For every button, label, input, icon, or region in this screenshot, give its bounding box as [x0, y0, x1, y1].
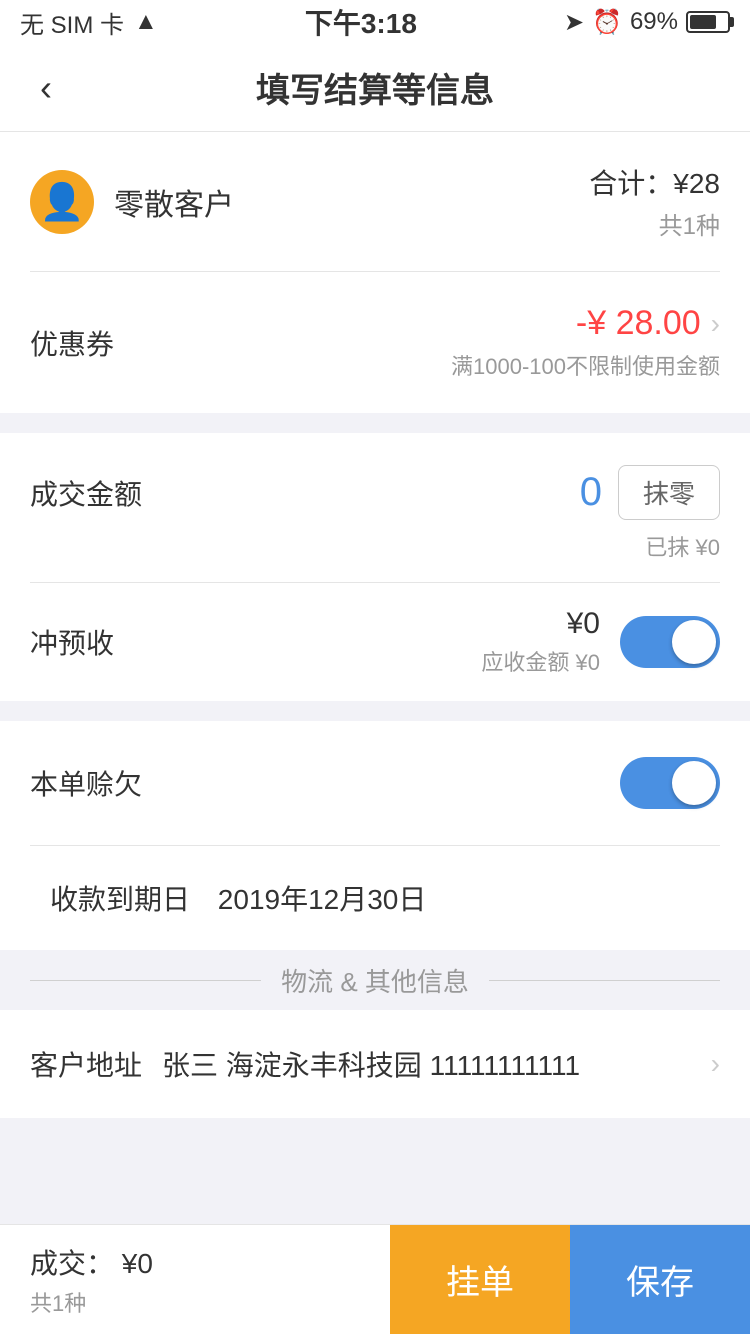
toggle-knob	[672, 620, 716, 664]
prereceive-row: 冲预收 ¥0 应收金额 ¥0	[30, 583, 720, 701]
content-area: 👤 零散客户 合计：¥28 共1种 优惠券 -¥ 28.00 › 满1000-1…	[0, 132, 750, 1298]
prereceive-values: ¥0 应收金额 ¥0	[481, 607, 600, 677]
hold-button[interactable]: 挂单	[390, 1225, 570, 1334]
logistics-sep: 物流 & 其他信息	[0, 950, 750, 1010]
carrier-text: 无 SIM 卡	[20, 5, 124, 40]
coupon-right: -¥ 28.00 › 满1000-100不限制使用金额	[451, 304, 720, 381]
bottom-bar: 成交： ¥0 共1种 挂单 保存	[0, 1224, 750, 1334]
back-button[interactable]: ‹	[30, 57, 62, 119]
section-sep-5	[0, 1158, 750, 1178]
coupon-label: 优惠券	[30, 323, 114, 363]
debt-toggle-knob	[672, 761, 716, 805]
bottom-deal-value: ¥0	[122, 1248, 153, 1279]
prereceive-toggle[interactable]	[620, 616, 720, 668]
address-row[interactable]: 客户地址 张三 海淀永丰科技园 11111111111 ›	[30, 1010, 720, 1118]
due-date-row: 收款到期日 2019年12月30日	[30, 845, 720, 950]
wifi-icon: ▲	[134, 8, 158, 36]
deal-right: 0 抹零	[562, 465, 720, 520]
bottom-summary: 成交： ¥0 共1种	[0, 1242, 390, 1318]
total-amount: 合计：¥28	[589, 162, 720, 202]
location-icon: ➤	[564, 8, 584, 37]
due-date-value: 2019年12月30日	[218, 884, 427, 915]
bottom-deal-label: 成交：	[30, 1248, 114, 1279]
prereceive-right: ¥0 应收金额 ¥0	[481, 607, 720, 677]
section-sep-4	[0, 1138, 750, 1158]
deal-label: 成交金额	[30, 465, 142, 513]
bottom-deal: 成交： ¥0	[30, 1242, 360, 1282]
page-title: 填写结算等信息	[256, 63, 494, 112]
status-bar: 无 SIM 卡 ▲ 下午3:18 ➤ ⏰ 69%	[0, 0, 750, 44]
avatar-icon: 👤	[40, 181, 85, 223]
deal-sub: 已抹 ¥0	[30, 530, 720, 582]
battery-icon	[686, 11, 730, 33]
prereceive-amount: ¥0	[481, 607, 600, 641]
address-value: 张三 海淀永丰科技园 11111111111	[162, 1044, 711, 1084]
debt-toggle[interactable]	[620, 757, 720, 809]
customer-avatar: 👤	[30, 170, 94, 234]
status-right: ➤ ⏰ 69%	[564, 8, 730, 37]
status-time: 下午3:18	[305, 2, 417, 42]
logistics-label: 物流 & 其他信息	[261, 962, 489, 999]
save-button[interactable]: 保存	[570, 1225, 750, 1334]
address-chevron-icon: ›	[711, 1048, 720, 1080]
customer-left: 👤 零散客户	[30, 170, 234, 234]
coupon-row[interactable]: 优惠券 -¥ 28.00 › 满1000-100不限制使用金额	[30, 272, 720, 413]
round-zero-button[interactable]: 抹零	[618, 465, 720, 520]
debt-label: 本单赊欠	[30, 763, 142, 803]
due-date-label: 收款到期日	[50, 884, 190, 915]
prereceive-due: 应收金额 ¥0	[481, 645, 600, 677]
address-label: 客户地址	[30, 1044, 142, 1084]
debt-section: 本单赊欠 收款到期日 2019年12月30日	[0, 721, 750, 950]
status-left: 无 SIM 卡 ▲	[20, 5, 158, 40]
deal-row: 成交金额 0 抹零	[30, 433, 720, 530]
bottom-count: 共1种	[30, 1286, 360, 1318]
chevron-right-icon: ›	[711, 308, 720, 340]
section-sep-2	[0, 701, 750, 721]
prereceive-label: 冲预收	[30, 622, 114, 662]
coupon-desc: 满1000-100不限制使用金额	[451, 349, 720, 381]
section-sep-1	[0, 413, 750, 433]
alarm-icon: ⏰	[592, 8, 622, 37]
coupon-amount: -¥ 28.00	[576, 304, 701, 343]
customer-section: 👤 零散客户 合计：¥28 共1种 优惠券 -¥ 28.00 › 满1000-1…	[0, 132, 750, 413]
debt-row: 本单赊欠	[30, 721, 720, 845]
battery-percent: 69%	[630, 8, 678, 36]
deal-section: 成交金额 0 抹零 已抹 ¥0 冲预收 ¥0 应收金额 ¥0	[0, 433, 750, 701]
section-sep-3	[0, 1118, 750, 1138]
customer-right: 合计：¥28 共1种	[589, 162, 720, 241]
customer-row: 👤 零散客户 合计：¥28 共1种	[30, 132, 720, 271]
deal-value: 0	[562, 470, 602, 515]
nav-bar: ‹ 填写结算等信息	[0, 44, 750, 132]
address-section: 客户地址 张三 海淀永丰科技园 11111111111 ›	[0, 1010, 750, 1118]
total-count: 共1种	[589, 206, 720, 241]
customer-name: 零散客户	[114, 180, 234, 224]
